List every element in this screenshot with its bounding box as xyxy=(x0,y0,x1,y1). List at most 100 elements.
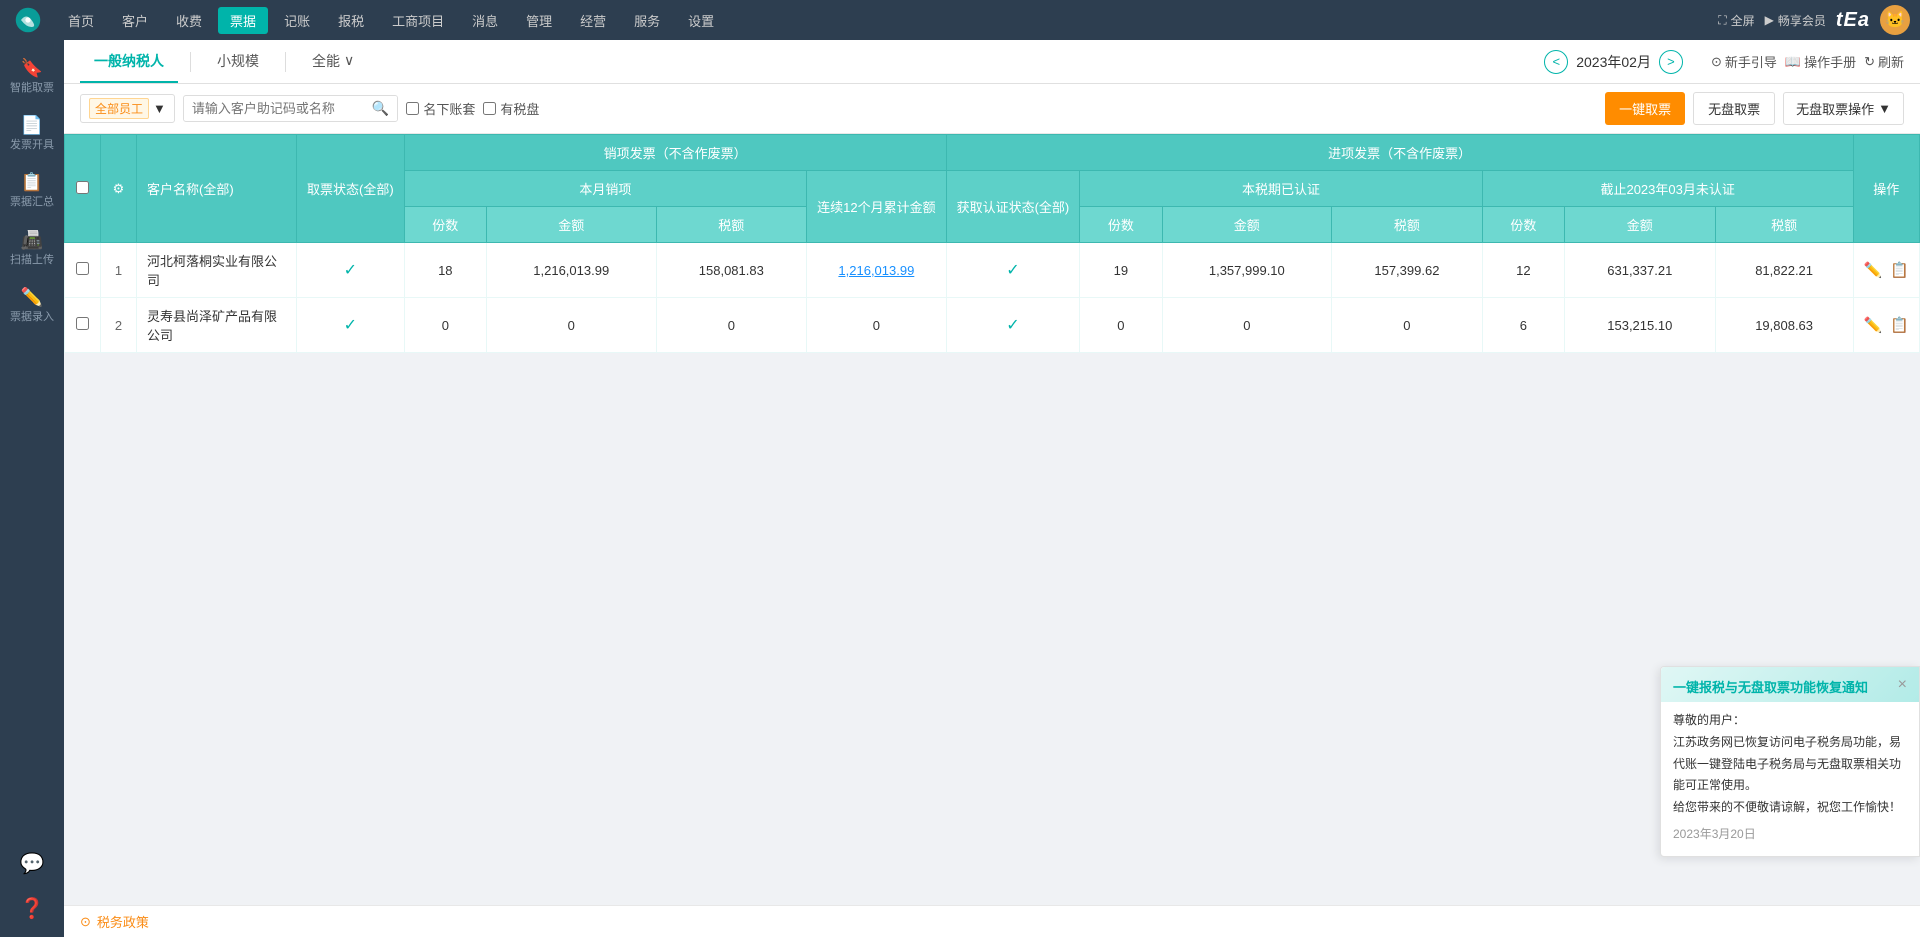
nav-invoice[interactable]: 票据 xyxy=(218,7,268,34)
nav-business[interactable]: 工商项目 xyxy=(380,7,456,34)
notification-title: 一键报税与无盘取票功能恢复通知 xyxy=(1673,677,1868,696)
row-month-shares-0: 18 xyxy=(404,243,486,298)
edit-icon-0[interactable]: ✏️ xyxy=(1864,261,1883,279)
tea-text: tEa xyxy=(1836,9,1870,32)
col-cert-amount-header: 金额 xyxy=(1162,207,1332,243)
select-all-checkbox[interactable] xyxy=(76,181,89,194)
row-cert-shares-0: 19 xyxy=(1080,243,1162,298)
nav-fee[interactable]: 收费 xyxy=(164,7,214,34)
nav-operation[interactable]: 经营 xyxy=(568,7,618,34)
toolbar-right: 一键取票 无盘取票 无盘取票操作 ▼ xyxy=(1605,92,1904,125)
sidebar-item-invoice-summary[interactable]: 📋 票据汇总 xyxy=(0,164,64,217)
row-actions-0: ✏️ 📋 xyxy=(1853,243,1919,298)
row-cert-shares-1: 0 xyxy=(1080,298,1162,353)
row-month-tax-1: 0 xyxy=(656,298,807,353)
nav-customer[interactable]: 客户 xyxy=(110,7,160,34)
col-uncert-header: 截止2023年03月未认证 xyxy=(1482,171,1853,207)
play-icon: ▶ xyxy=(1765,13,1774,27)
table-row: 2 灵寿县尚泽矿产品有限公司 ✓ 0 0 0 0 ✓ 0 0 0 6 153,2… xyxy=(65,298,1920,353)
sidebar-item-invoice-issue[interactable]: 📄 发票开具 xyxy=(0,107,64,160)
view-icon-1[interactable]: 📋 xyxy=(1890,316,1909,334)
col-cert-tax-header: 税额 xyxy=(1332,207,1483,243)
manual-link[interactable]: 📖 操作手册 xyxy=(1785,52,1856,71)
col-uncert-tax-header: 税额 xyxy=(1715,207,1853,243)
employee-select[interactable]: 全部员工 ▼ xyxy=(80,94,175,123)
message-icon[interactable]: 💬 xyxy=(14,845,51,882)
search-box: 🔍 xyxy=(183,95,398,122)
row-customer-name-0: 河北柯落桐实业有限公司 xyxy=(137,243,297,298)
manual-icon: 📖 xyxy=(1785,54,1801,70)
toolbar: 全部员工 ▼ 🔍 名下账套 有税盘 一键取票 无盘取票 无盘取票操作 ▼ xyxy=(64,84,1920,134)
row-checkbox-1[interactable] xyxy=(65,298,101,353)
col-ops-header: 操作 xyxy=(1853,135,1919,243)
notification-content: 江苏政务网已恢复访问电子税务局功能，易代账一键登陆电子税务局与无盘取票相关功能可… xyxy=(1673,732,1907,797)
fullscreen-icon: ⛶ xyxy=(1718,13,1726,28)
sidebar-item-invoice-entry[interactable]: ✏️ 票据录入 xyxy=(0,279,64,332)
nav-message[interactable]: 消息 xyxy=(460,7,510,34)
checkbox-account-input[interactable] xyxy=(406,102,419,115)
prev-month-button[interactable]: < xyxy=(1544,50,1568,74)
fullscreen-button[interactable]: ⛶ 全屏 xyxy=(1718,12,1754,29)
date-label: 2023年02月 xyxy=(1576,52,1651,72)
new-guide-link[interactable]: ⊙ 新手引导 xyxy=(1711,52,1777,71)
nav-items: 首页 客户 收费 票据 记账 报税 工商项目 消息 管理 经营 服务 设置 xyxy=(56,7,1718,34)
all-dropdown-icon: ∨ xyxy=(344,52,354,69)
notification-popup: 一键报税与无盘取票功能恢复通知 × 尊敬的用户： 江苏政务网已恢复访问电子税务局… xyxy=(1660,666,1920,857)
help-icon[interactable]: ❓ xyxy=(14,890,51,927)
notification-close-button[interactable]: × xyxy=(1898,677,1907,693)
checkbox-tax-plate[interactable]: 有税盘 xyxy=(483,99,539,118)
col-accumulated-header: 连续12个月累计金额 xyxy=(807,171,946,243)
member-button[interactable]: ▶ 畅享会员 xyxy=(1765,12,1826,29)
checkbox-account[interactable]: 名下账套 xyxy=(406,99,475,118)
sidebar-item-smart-fetch[interactable]: 🔖 智能取票 xyxy=(0,50,64,103)
row-uncert-amount-1: 153,215.10 xyxy=(1564,298,1715,353)
guide-icon: ⊙ xyxy=(1711,54,1722,70)
sidebar-item-label-3: 票据汇总 xyxy=(10,196,54,209)
main-content: 一般纳税人 小规模 全能 ∨ < 2023年02月 > ⊙ 新手引导 📖 xyxy=(64,40,1920,937)
top-nav-right: ⛶ 全屏 ▶ 畅享会员 tEa 🐱 xyxy=(1718,5,1910,35)
nav-service[interactable]: 服务 xyxy=(622,7,672,34)
sidebar-bottom: 💬 ❓ xyxy=(14,845,51,937)
tab-small-scale[interactable]: 小规模 xyxy=(203,41,273,83)
next-month-button[interactable]: > xyxy=(1659,50,1683,74)
nav-manage[interactable]: 管理 xyxy=(514,7,564,34)
col-month-shares-header: 份数 xyxy=(404,207,486,243)
search-button[interactable]: 🔍 xyxy=(364,96,397,121)
view-icon-0[interactable]: 📋 xyxy=(1890,261,1909,279)
tab-all[interactable]: 全能 ∨ xyxy=(298,41,368,83)
member-label: 畅享会员 xyxy=(1778,12,1826,29)
bottom-bar[interactable]: ⊙ 税务政策 xyxy=(64,905,1920,937)
row-accumulated-0: 1,216,013.99 xyxy=(807,243,946,298)
sidebar-item-label-4: 扫描上传 xyxy=(10,254,54,267)
row-uncert-tax-1: 19,808.63 xyxy=(1715,298,1853,353)
dropdown-chevron-icon: ▼ xyxy=(1878,101,1891,116)
user-avatar[interactable]: 🐱 xyxy=(1880,5,1910,35)
col-month-sales-header: 本月销项 xyxy=(404,171,806,207)
one-key-fetch-button[interactable]: 一键取票 xyxy=(1605,92,1685,125)
notification-date: 2023年3月20日 xyxy=(1673,824,1907,846)
row-month-tax-0: 158,081.83 xyxy=(656,243,807,298)
col-purchase-invoice-header: 进项发票（不含作废票） xyxy=(946,135,1853,171)
row-cert-tax-1: 0 xyxy=(1332,298,1483,353)
tab-divider-2 xyxy=(285,52,286,72)
tab-bar: 一般纳税人 小规模 全能 ∨ < 2023年02月 > ⊙ 新手引导 📖 xyxy=(64,40,1920,84)
no-plate-acquire-button[interactable]: 无盘取票 xyxy=(1693,92,1775,125)
nav-tax[interactable]: 报税 xyxy=(326,7,376,34)
top-nav: 首页 客户 收费 票据 记账 报税 工商项目 消息 管理 经营 服务 设置 ⛶ … xyxy=(0,0,1920,40)
row-certify-status-0: ✓ xyxy=(946,243,1080,298)
tab-general-taxpayer[interactable]: 一般纳税人 xyxy=(80,41,178,83)
nav-settings[interactable]: 设置 xyxy=(676,7,726,34)
search-input[interactable] xyxy=(184,97,364,120)
edit-icon-1[interactable]: ✏️ xyxy=(1864,316,1883,334)
row-cert-tax-0: 157,399.62 xyxy=(1332,243,1483,298)
nav-home[interactable]: 首页 xyxy=(56,7,106,34)
notification-apology: 给您带来的不便敬请谅解，祝您工作愉快！ xyxy=(1673,797,1907,819)
checkbox-account-label: 名下账套 xyxy=(423,99,475,118)
sidebar-item-scan-upload[interactable]: 📠 扫描上传 xyxy=(0,222,64,275)
top-actions: ⊙ 新手引导 📖 操作手册 ↻ 刷新 xyxy=(1711,52,1904,71)
row-checkbox-0[interactable] xyxy=(65,243,101,298)
checkbox-tax-plate-input[interactable] xyxy=(483,102,496,115)
nav-bookkeeping[interactable]: 记账 xyxy=(272,7,322,34)
refresh-link[interactable]: ↻ 刷新 xyxy=(1864,52,1904,71)
no-plate-ops-dropdown[interactable]: 无盘取票操作 ▼ xyxy=(1783,92,1904,125)
